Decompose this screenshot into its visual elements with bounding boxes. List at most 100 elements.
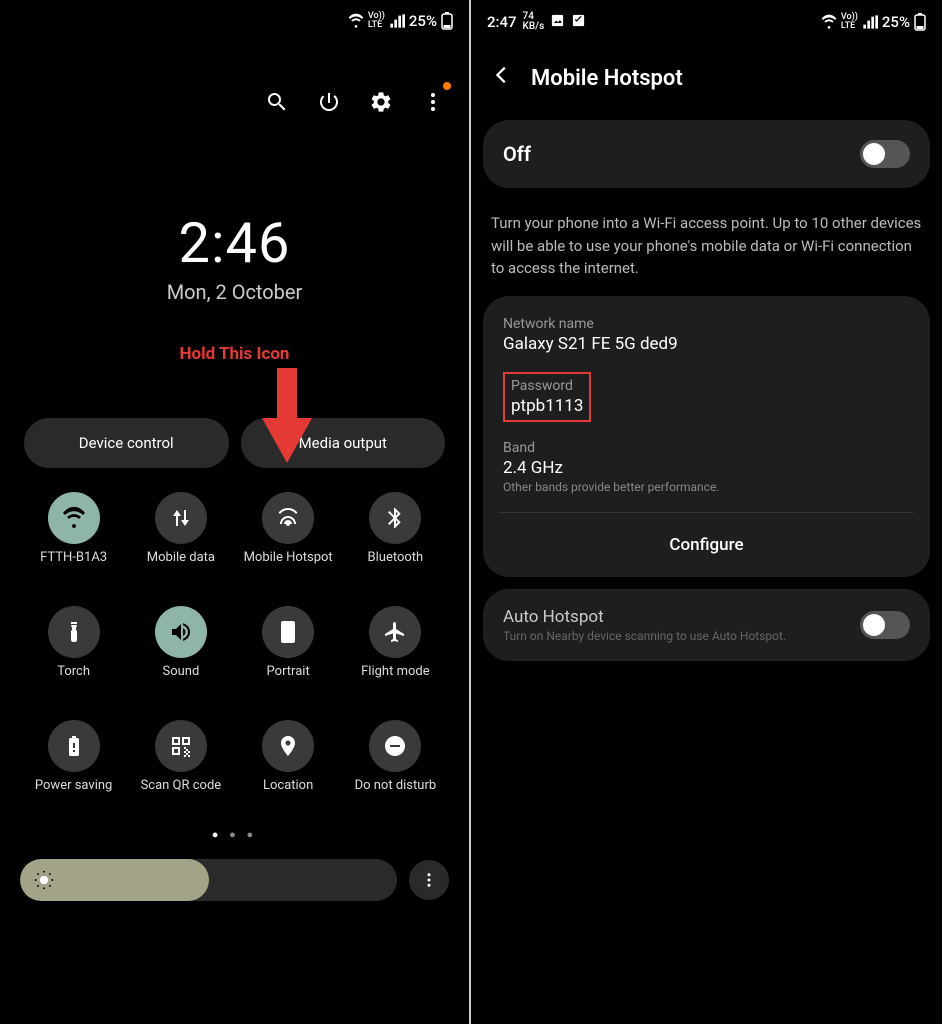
auto-hotspot-sub: Turn on Nearby device scanning to use Au… <box>503 629 786 643</box>
flight-toggle[interactable] <box>369 606 421 658</box>
dnd-toggle[interactable] <box>369 720 421 772</box>
band-label: Band <box>503 440 910 456</box>
more-icon[interactable] <box>421 90 445 114</box>
page-indicator: ● ● ● <box>0 828 469 841</box>
password-value: ptpb1113 <box>511 396 583 416</box>
bluetooth-toggle[interactable] <box>369 492 421 544</box>
hotspot-icon <box>276 506 300 530</box>
page-title: Mobile Hotspot <box>531 66 683 91</box>
auto-hotspot-card[interactable]: Auto Hotspot Turn on Nearby device scann… <box>483 589 930 661</box>
tile-label: Torch <box>57 664 90 696</box>
band-sub: Other bands provide better performance. <box>503 480 910 494</box>
quick-settings-screen: Vo))LTE 25% 2:46 Mon, 2 October Hold Thi… <box>0 0 471 1024</box>
tile-label: Sound <box>162 664 199 696</box>
sound-toggle[interactable] <box>155 606 207 658</box>
tile-label: Flight mode <box>361 664 430 696</box>
hotspot-settings-screen: 2:47 74KB/s Vo))LTE 25% Mobile Hotspot O… <box>471 0 942 1024</box>
wifi-status-icon <box>348 13 364 29</box>
volte-indicator: Vo))LTE <box>368 12 385 30</box>
dnd-icon <box>383 734 407 758</box>
power-saving-icon <box>62 734 86 758</box>
hotspot-description: Turn your phone into a Wi-Fi access poin… <box>471 196 942 288</box>
status-bar: 2:47 74KB/s Vo))LTE 25% <box>471 0 942 36</box>
signal-icon <box>389 13 405 29</box>
panel-top-actions <box>0 74 469 130</box>
qr-icon <box>169 734 193 758</box>
band-row[interactable]: Band 2.4 GHz Other bands provide better … <box>503 440 910 494</box>
torch-toggle[interactable] <box>48 606 100 658</box>
settings-icon[interactable] <box>369 90 393 114</box>
network-speed: 74KB/s <box>523 12 545 32</box>
network-name-value: Galaxy S21 FE 5G ded9 <box>503 334 910 354</box>
brightness-slider[interactable] <box>20 859 397 901</box>
location-icon <box>276 734 300 758</box>
annotation-text: Hold This Icon <box>0 344 469 364</box>
mobile-data-icon <box>169 506 193 530</box>
tile-label: Portrait <box>267 664 310 696</box>
mobile-data-toggle[interactable] <box>155 492 207 544</box>
hotspot-toggle[interactable] <box>860 140 910 168</box>
password-row[interactable]: Password ptpb1113 <box>503 372 591 422</box>
quick-tiles-grid: FTTH-B1A3 Mobile data Mobile Hotspot Blueto… <box>0 468 469 810</box>
portrait-toggle[interactable] <box>262 606 314 658</box>
image-icon <box>550 13 565 32</box>
battery-icon <box>914 13 926 31</box>
tile-torch: Torch <box>24 606 123 696</box>
battery-percent: 25% <box>882 13 910 31</box>
wifi-icon <box>62 506 86 530</box>
search-icon[interactable] <box>265 90 289 114</box>
network-name-label: Network name <box>503 316 910 332</box>
tile-hotspot: Mobile Hotspot <box>239 492 338 582</box>
tile-bluetooth: Bluetooth <box>346 492 445 582</box>
tile-label: Scan QR code <box>141 778 222 810</box>
portrait-icon <box>276 620 300 644</box>
clock-time: 2:46 <box>0 210 469 276</box>
brightness-icon <box>34 870 54 890</box>
hotspot-toggle[interactable] <box>262 492 314 544</box>
divider <box>499 512 914 513</box>
page-header: Mobile Hotspot <box>471 44 942 112</box>
qr-toggle[interactable] <box>155 720 207 772</box>
password-label: Password <box>511 378 583 394</box>
tile-portrait: Portrait <box>239 606 338 696</box>
signal-icon <box>862 14 878 30</box>
torch-icon <box>62 620 86 644</box>
status-time: 2:47 <box>487 13 517 31</box>
check-icon <box>571 13 586 32</box>
wifi-toggle[interactable] <box>48 492 100 544</box>
battery-icon <box>441 12 453 30</box>
power-saving-toggle[interactable] <box>48 720 100 772</box>
tile-label: Mobile data <box>147 550 215 582</box>
tile-power-saving: Power saving <box>24 720 123 810</box>
annotation-arrow <box>0 368 469 468</box>
flight-icon <box>383 620 407 644</box>
clock-date: Mon, 2 October <box>0 280 469 304</box>
location-toggle[interactable] <box>262 720 314 772</box>
tile-location: Location <box>239 720 338 810</box>
tile-qr: Scan QR code <box>131 720 230 810</box>
brightness-more-icon[interactable] <box>409 860 449 900</box>
auto-hotspot-title: Auto Hotspot <box>503 607 786 627</box>
tile-sound: Sound <box>131 606 230 696</box>
tile-mobile-data: Mobile data <box>131 492 230 582</box>
auto-hotspot-toggle[interactable] <box>860 611 910 639</box>
hotspot-toggle-label: Off <box>503 142 531 166</box>
power-icon[interactable] <box>317 90 341 114</box>
volte-indicator: Vo))LTE <box>841 13 858 31</box>
tile-wifi: FTTH-B1A3 <box>24 492 123 582</box>
bluetooth-icon <box>383 506 407 530</box>
tile-label: Bluetooth <box>368 550 424 582</box>
band-value: 2.4 GHz <box>503 458 910 478</box>
back-icon[interactable] <box>491 64 513 92</box>
tile-label: Mobile Hotspot <box>244 550 333 582</box>
sound-icon <box>169 620 193 644</box>
status-bar: Vo))LTE 25% <box>0 0 469 34</box>
network-name-row[interactable]: Network name Galaxy S21 FE 5G ded9 <box>503 316 910 354</box>
tile-label: Location <box>263 778 313 810</box>
wifi-status-icon <box>821 14 837 30</box>
tile-label: FTTH-B1A3 <box>40 550 107 582</box>
tile-label: Do not disturb <box>355 778 437 810</box>
configure-button[interactable]: Configure <box>503 525 910 557</box>
tile-dnd: Do not disturb <box>346 720 445 810</box>
hotspot-toggle-card: Off <box>483 120 930 188</box>
